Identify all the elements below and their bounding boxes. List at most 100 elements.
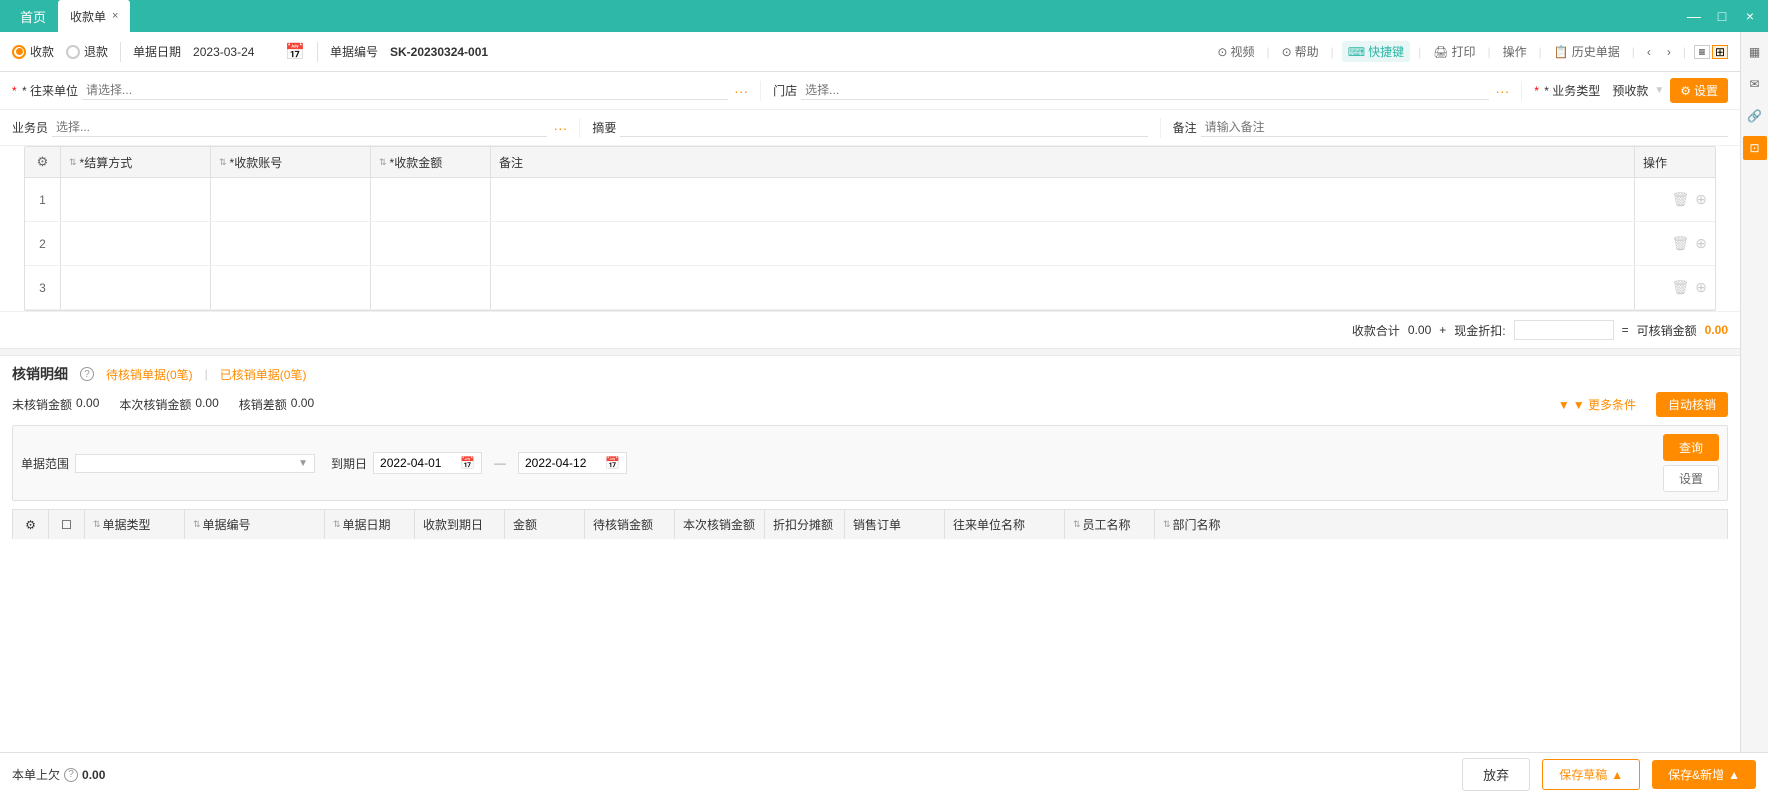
right-panel-mail-icon[interactable]: ✉ bbox=[1743, 72, 1767, 96]
done-tab[interactable]: 已核销单据(0笔) bbox=[220, 366, 307, 383]
partner-dots-btn[interactable]: ··· bbox=[734, 83, 748, 99]
delete-row1-icon[interactable]: 🗑 bbox=[1671, 191, 1689, 208]
td-col2-2[interactable] bbox=[211, 222, 371, 265]
salesperson-field: 业务员 ··· bbox=[12, 118, 567, 137]
prev-btn[interactable]: ‹ bbox=[1643, 43, 1655, 61]
save-draft-label: 保存草稿 bbox=[1559, 766, 1607, 783]
save-new-btn[interactable]: 保存&新增 ▲ bbox=[1652, 760, 1756, 789]
next-btn[interactable]: › bbox=[1663, 43, 1675, 61]
layout-list-icon[interactable]: ≡ bbox=[1694, 45, 1710, 59]
delete-row3-icon[interactable]: 🗑 bbox=[1671, 279, 1689, 296]
sort-employee[interactable]: ⇅ bbox=[1073, 519, 1081, 530]
maximize-btn[interactable]: □ bbox=[1712, 8, 1732, 24]
tab-close-btn[interactable]: × bbox=[112, 10, 118, 22]
type-radio-group: 收款 退款 bbox=[12, 43, 108, 60]
uncancelled-label: 未核销金额 bbox=[12, 396, 72, 413]
summary-input[interactable] bbox=[620, 118, 1147, 137]
right-panel-expand-icon[interactable]: ⊡ bbox=[1743, 136, 1767, 160]
pending-tab[interactable]: 待核销单据(0笔) bbox=[106, 366, 193, 383]
td-col3-3[interactable] bbox=[371, 266, 491, 309]
salesperson-input[interactable] bbox=[52, 118, 547, 137]
td-col2-1[interactable] bbox=[211, 178, 371, 221]
bth-dept: ⇅ 部门名称 bbox=[1155, 510, 1245, 539]
shortcut-btn[interactable]: ⌨ 快捷键 bbox=[1342, 41, 1410, 62]
minimize-btn[interactable]: — bbox=[1684, 8, 1704, 24]
sort-date[interactable]: ⇅ bbox=[333, 519, 341, 530]
video-btn[interactable]: ⊙ 视频 bbox=[1213, 41, 1258, 62]
bottom-stat-value: 0.00 bbox=[82, 768, 105, 782]
td-col4-3[interactable] bbox=[491, 266, 1635, 309]
operation-btn[interactable]: 操作 bbox=[1499, 41, 1531, 62]
table-settings-icon[interactable]: ⚙ bbox=[34, 153, 52, 171]
td-col4-2[interactable] bbox=[491, 222, 1635, 265]
delete-row2-icon[interactable]: 🗑 bbox=[1671, 235, 1689, 252]
cal-from-icon[interactable]: 📅 bbox=[460, 456, 475, 470]
td-col1-2[interactable] bbox=[61, 222, 211, 265]
help-btn[interactable]: ⊙ 帮助 bbox=[1278, 41, 1323, 62]
business-type-arrow[interactable]: ▼ bbox=[1654, 85, 1664, 96]
store-dots-btn[interactable]: ··· bbox=[1495, 83, 1509, 99]
td-col4-1[interactable] bbox=[491, 178, 1635, 221]
td-col3-1[interactable] bbox=[371, 178, 491, 221]
help-label: 帮助 bbox=[1295, 43, 1319, 60]
summary-row: 收款合计 0.00 + 现金折扣: = 可核销金额 0.00 bbox=[0, 311, 1740, 348]
td-col1-1[interactable] bbox=[61, 178, 211, 221]
plus-sign: + bbox=[1439, 323, 1446, 337]
tab-receipt[interactable]: 收款单 × bbox=[58, 0, 130, 32]
layout-grid-icon[interactable]: ⊞ bbox=[1712, 45, 1728, 59]
sort-num[interactable]: ⇅ bbox=[193, 519, 201, 530]
td-col1-3[interactable] bbox=[61, 266, 211, 309]
help-icon: ⊙ bbox=[1282, 45, 1292, 59]
bth-check[interactable]: ☐ bbox=[49, 510, 85, 539]
discount-input[interactable] bbox=[1514, 320, 1614, 340]
store-input[interactable] bbox=[801, 81, 1489, 100]
uncancelled-stat: 未核销金额 0.00 bbox=[12, 396, 99, 413]
current-verify-value: 0.00 bbox=[195, 396, 218, 413]
abandon-btn[interactable]: 放弃 bbox=[1462, 758, 1530, 791]
partner-input[interactable] bbox=[82, 81, 728, 100]
history-btn[interactable]: 📋 历史单据 bbox=[1550, 41, 1624, 62]
th-col3: ⇅ *收款金额 bbox=[371, 147, 491, 177]
search-settings-btn[interactable]: 设置 bbox=[1663, 465, 1719, 492]
bth-type: ⇅ 单据类型 bbox=[85, 510, 185, 539]
verify-info-icon[interactable]: ? bbox=[80, 367, 94, 381]
save-draft-btn[interactable]: 保存草稿 ▲ bbox=[1542, 759, 1640, 790]
sort-type[interactable]: ⇅ bbox=[93, 519, 101, 530]
close-btn[interactable]: × bbox=[1740, 8, 1760, 24]
settings-btn[interactable]: ⚙ 设置 bbox=[1670, 78, 1728, 103]
right-panel-link-icon[interactable]: 🔗 bbox=[1743, 104, 1767, 128]
date-to-input[interactable] bbox=[525, 456, 605, 470]
copy-row1-icon[interactable]: ⊕ bbox=[1695, 191, 1707, 208]
td-col2-3[interactable] bbox=[211, 266, 371, 309]
table-row: 3 🗑 ⊕ bbox=[25, 266, 1715, 310]
search-btn[interactable]: 查询 bbox=[1663, 434, 1719, 461]
print-btn[interactable]: 🖨 打印 bbox=[1429, 41, 1479, 62]
salesperson-dots-btn[interactable]: ··· bbox=[553, 120, 567, 136]
total-value: 0.00 bbox=[1408, 323, 1431, 337]
right-panel-table-icon[interactable]: ▦ bbox=[1743, 40, 1767, 64]
radio-refund[interactable]: 退款 bbox=[66, 43, 108, 60]
more-conditions-btn[interactable]: ▼ ▼ 更多条件 bbox=[1558, 396, 1636, 413]
print-label: 打印 bbox=[1452, 43, 1476, 60]
copy-row3-icon[interactable]: ⊕ bbox=[1695, 279, 1707, 296]
right-panel: ▦ ✉ 🔗 ⊡ bbox=[1740, 32, 1768, 796]
radio-receipt[interactable]: 收款 bbox=[12, 43, 54, 60]
td-col3-2[interactable] bbox=[371, 222, 491, 265]
sort-col3[interactable]: ⇅ bbox=[379, 157, 387, 168]
num-label: 单据编号 bbox=[330, 43, 378, 60]
cal-to-icon[interactable]: 📅 bbox=[605, 456, 620, 470]
calendar-icon[interactable]: 📅 bbox=[285, 42, 305, 62]
copy-row2-icon[interactable]: ⊕ bbox=[1695, 235, 1707, 252]
date-input[interactable] bbox=[193, 45, 273, 59]
bth-settings[interactable]: ⚙ bbox=[13, 510, 49, 539]
bottom-info-icon[interactable]: ? bbox=[64, 768, 78, 782]
sort-col2[interactable]: ⇅ bbox=[219, 157, 227, 168]
tab-home[interactable]: 首页 bbox=[8, 0, 58, 32]
sort-col1[interactable]: ⇅ bbox=[69, 157, 77, 168]
remark-input[interactable] bbox=[1201, 118, 1728, 137]
th-settings[interactable]: ⚙ bbox=[25, 147, 61, 177]
sort-dept[interactable]: ⇅ bbox=[1163, 519, 1171, 530]
range-select[interactable]: ▼ bbox=[75, 454, 315, 473]
auto-verify-btn[interactable]: 自动核销 bbox=[1656, 392, 1728, 417]
date-from-input[interactable] bbox=[380, 456, 460, 470]
